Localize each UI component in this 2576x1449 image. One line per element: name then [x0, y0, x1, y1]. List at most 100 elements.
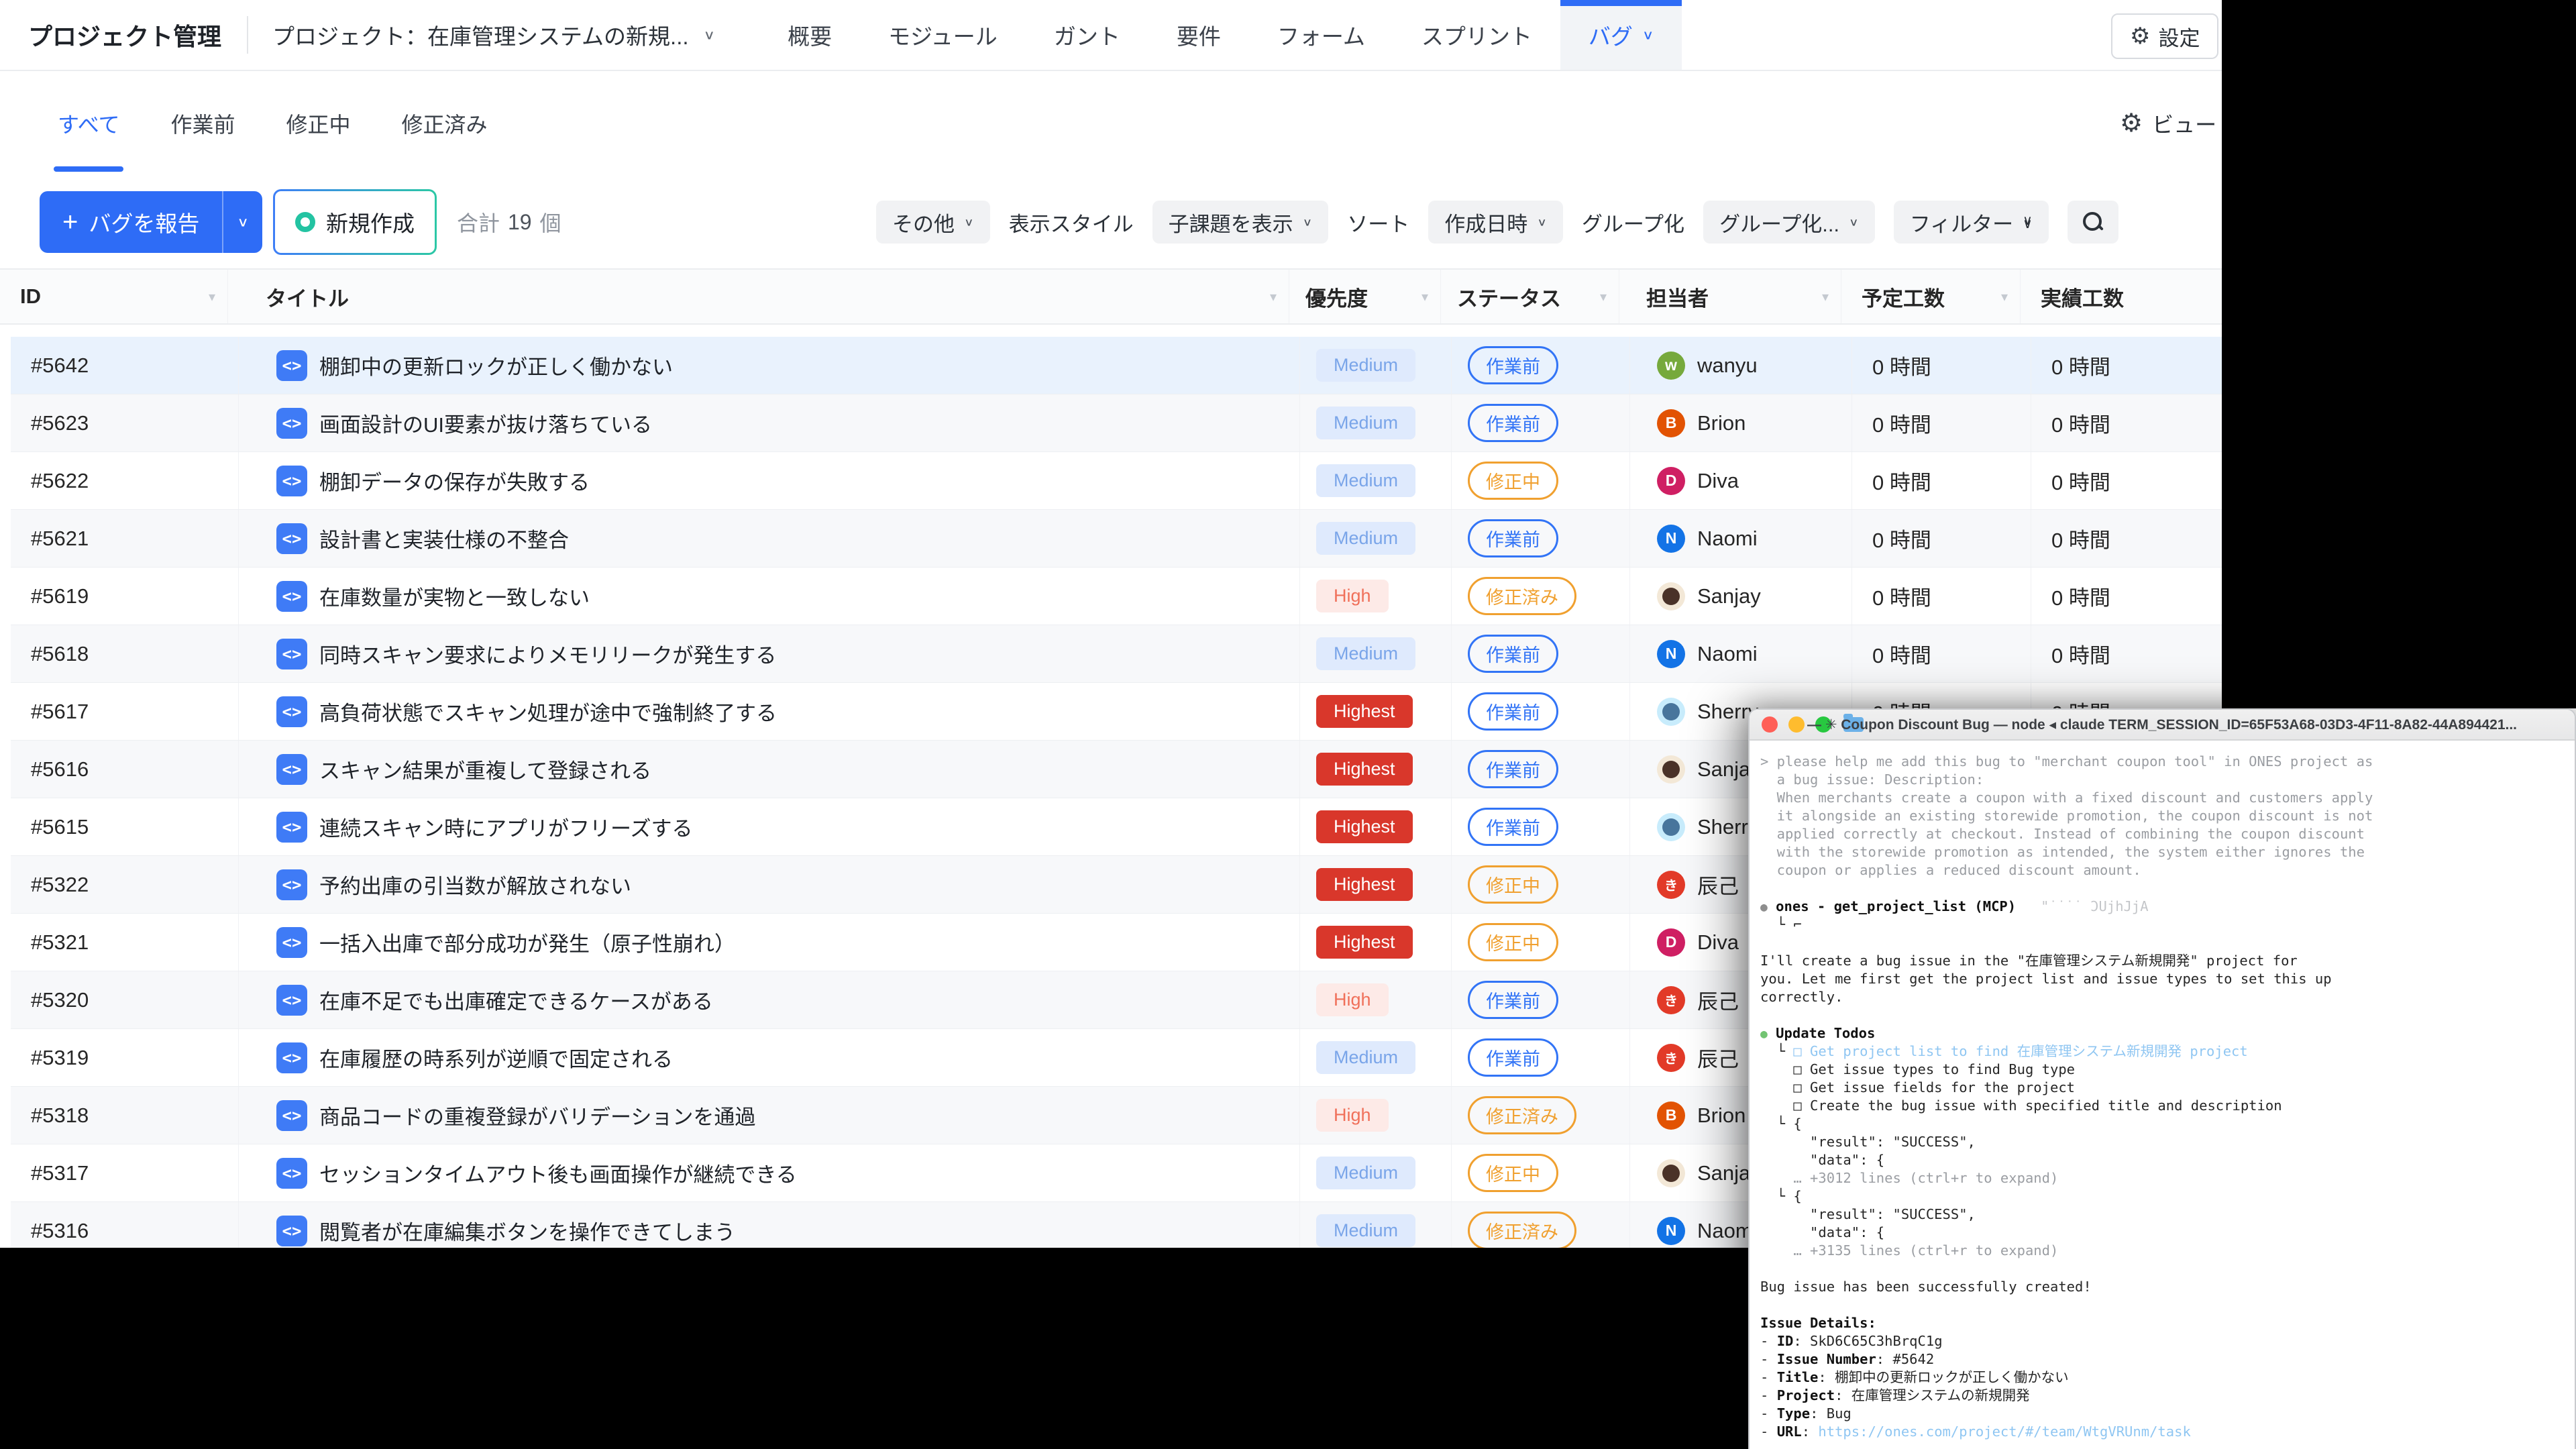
view-control[interactable]: ⚙ ビュー [2120, 71, 2216, 176]
nav-tab-モジュール[interactable]: モジュール [860, 0, 1026, 70]
priority-badge: Highest [1316, 695, 1413, 728]
terminal-text: you. Let me first get the project list a… [1760, 971, 2332, 987]
avatar: B [1657, 409, 1685, 437]
cell-id: #5322 [11, 856, 239, 913]
terminal-text: Title [1776, 1369, 1819, 1385]
column-header-担当者[interactable]: 担当者 ▾ [1619, 270, 1841, 323]
project-selector[interactable]: プロジェクト：在庫管理システムの新規... ∨ [272, 19, 715, 51]
terminal-line: "result": "SUCCESS", [1760, 1133, 2575, 1151]
cell-priority: Medium [1300, 394, 1452, 451]
column-header-ステータス[interactable]: ステータス ▾ [1441, 270, 1619, 323]
status-badge: 作業前 [1468, 750, 1558, 788]
column-header-label: 実績工数 [2041, 286, 2124, 311]
project-selector-label: プロジェクト：在庫管理システムの新規... [272, 24, 689, 49]
priority-badge: Medium [1316, 407, 1416, 439]
cell-priority: Medium [1300, 510, 1452, 567]
table-row[interactable]: #5623 <> 画面設計のUI要素が抜け落ちている Medium 作業前 B Brion 0… [11, 394, 2576, 452]
sort-dropdown[interactable]: 作成日時 ∨ [1428, 201, 1563, 244]
app-logo: プロジェクト管理 [28, 23, 222, 50]
issue-id: #5321 [31, 930, 89, 954]
display-style-dropdown[interactable]: 子課題を表示 ∨ [1152, 201, 1329, 244]
nav-tab-概要[interactable]: 概要 [759, 0, 860, 70]
issue-id: #5320 [31, 987, 89, 1012]
filter-button[interactable]: フィルター ∨ ∨ [1893, 201, 2049, 244]
table-row[interactable]: #5618 <> 同時スキャン要求によりメモリリークが発生する Medium 作業前 N N… [11, 625, 2576, 683]
table-row[interactable]: #5622 <> 棚卸データの保存が失敗する Medium 修正中 D Diva 0 時間 0 … [11, 452, 2576, 510]
nav-tab-要件[interactable]: 要件 [1148, 0, 1249, 70]
nav-tab-フォーム[interactable]: フォーム [1249, 0, 1393, 70]
nav-tab-スプリント[interactable]: スプリント [1393, 0, 1560, 70]
column-header-タイトル[interactable]: タイトル ▾ [228, 270, 1289, 323]
issue-id: #5319 [31, 1045, 89, 1069]
nav-tab-バグ[interactable]: バグ ∨ [1560, 0, 1682, 70]
terminal-line: correctly. [1760, 988, 2575, 1006]
chevron-down-icon: ∨ [1849, 216, 1859, 229]
issue-id: #5322 [31, 872, 89, 896]
plus-icon: + [62, 207, 78, 237]
column-header-予定工数[interactable]: 予定工数 ▾ [1841, 270, 2021, 323]
status-badge: 作業前 [1468, 981, 1558, 1019]
terminal-line: coupon or applies a reduced discount amo… [1760, 861, 2575, 879]
cell-planned-hours: 0 時間 [1852, 625, 2031, 682]
terminal-text: □ Get project list to find 在庫管理システム新規開発 … [1793, 1043, 2248, 1059]
cell-priority: Medium [1300, 337, 1452, 394]
cell-status: 作業前 [1452, 625, 1630, 682]
settings-button[interactable]: ⚙ 設定 [2111, 13, 2219, 59]
status-tab-すべて[interactable]: すべて [53, 71, 125, 176]
column-header-ID[interactable]: ID ▾ [0, 270, 228, 323]
terminal-line: - ID: SkD6C65C3hBrqC1g [1760, 1332, 2575, 1350]
url-link[interactable]: https://ones.com/project/#/team/WtgVRUnm… [1818, 1424, 2190, 1440]
assignee-name: wanyu [1697, 353, 1758, 377]
group-dropdown[interactable]: グループ化... ∨ [1703, 201, 1875, 244]
status-tab-作業前[interactable]: 作業前 [170, 71, 235, 176]
priority-badge: High [1316, 983, 1389, 1016]
issue-id: #5318 [31, 1103, 89, 1127]
view-label: ビュー [2152, 113, 2217, 137]
issue-id: #5623 [31, 411, 89, 435]
group-label: グループ化 [1581, 212, 1685, 236]
status-tab-修正済み[interactable]: 修正済み [402, 71, 488, 176]
terminal-content: > please help me add this bug to "mercha… [1750, 741, 2575, 1441]
terminal-text: Project [1776, 1387, 1835, 1403]
nav-tab-label: 要件 [1176, 24, 1221, 49]
avatar [1657, 582, 1685, 610]
terminal-line: ● ones - get_project_list (MCP) "˙˙˙˙ ƆU… [1760, 898, 2575, 916]
more-dropdown[interactable]: その他 ∨ [876, 201, 990, 244]
report-bug-dropdown[interactable]: ∨ [223, 191, 262, 253]
status-tab-修正中[interactable]: 修正中 [286, 71, 351, 176]
filter-triangle-icon: ▾ [1599, 289, 1607, 305]
create-new-button[interactable]: 新規作成 [273, 189, 437, 255]
avatar-face [1662, 1164, 1680, 1182]
nav-tab-ガント[interactable]: ガント [1026, 0, 1148, 70]
table-row[interactable]: #5621 <> 設計書と実装仕様の不整合 Medium 作業前 N Naomi 0 時間 0 … [11, 510, 2576, 568]
table-row[interactable]: #5619 <> 在庫数量が実物と一致しない High 修正済み Sanjay 0 時間 0 … [11, 568, 2576, 625]
cell-id: #5617 [11, 683, 239, 740]
cell-id: #5618 [11, 625, 239, 682]
more-label: その他 [892, 212, 955, 236]
terminal-text: └ { [1760, 1188, 1802, 1204]
terminal-window[interactable]: — ✳ Coupon Discount Bug — node ◂ claude … [1748, 708, 2576, 1449]
report-bug-button[interactable]: + バグを報告 ∨ [40, 191, 262, 253]
table-row[interactable]: #5642 <> 棚卸中の更新ロックが正しく働かない Medium 作業前 w wanyu 0… [11, 337, 2576, 394]
issue-id: #5317 [31, 1161, 89, 1185]
column-header-優先度[interactable]: 優先度 ▾ [1289, 270, 1441, 323]
status-badge: 修正中 [1468, 923, 1558, 961]
priority-badge: High [1316, 1099, 1389, 1132]
total-count: 合計 19 個 [457, 207, 561, 237]
priority-badge: Medium [1316, 637, 1416, 670]
filter-triangle-icon: ▾ [2000, 289, 2008, 305]
issue-title: 棚卸中の更新ロックが正しく働かない [319, 356, 673, 379]
total-prefix: 合計 [456, 211, 500, 235]
bug-type-icon: <> [276, 811, 307, 843]
search-button[interactable] [2067, 201, 2118, 244]
report-bug-main[interactable]: + バグを報告 [40, 191, 222, 253]
terminal-text: : [1801, 1424, 1819, 1440]
terminal-text: Bug issue has been successfully created! [1760, 1279, 2092, 1295]
bug-type-icon: <> [276, 1042, 307, 1073]
terminal-line: it alongside an existing storewide promo… [1760, 807, 2575, 825]
search-icon [2082, 212, 2103, 232]
terminal-title-bar[interactable]: — ✳ Coupon Discount Bug — node ◂ claude … [1750, 710, 2575, 741]
avatar: B [1657, 1101, 1685, 1130]
cell-status: 作業前 [1452, 510, 1630, 567]
column-header-label: 予定工数 [1862, 286, 1945, 311]
